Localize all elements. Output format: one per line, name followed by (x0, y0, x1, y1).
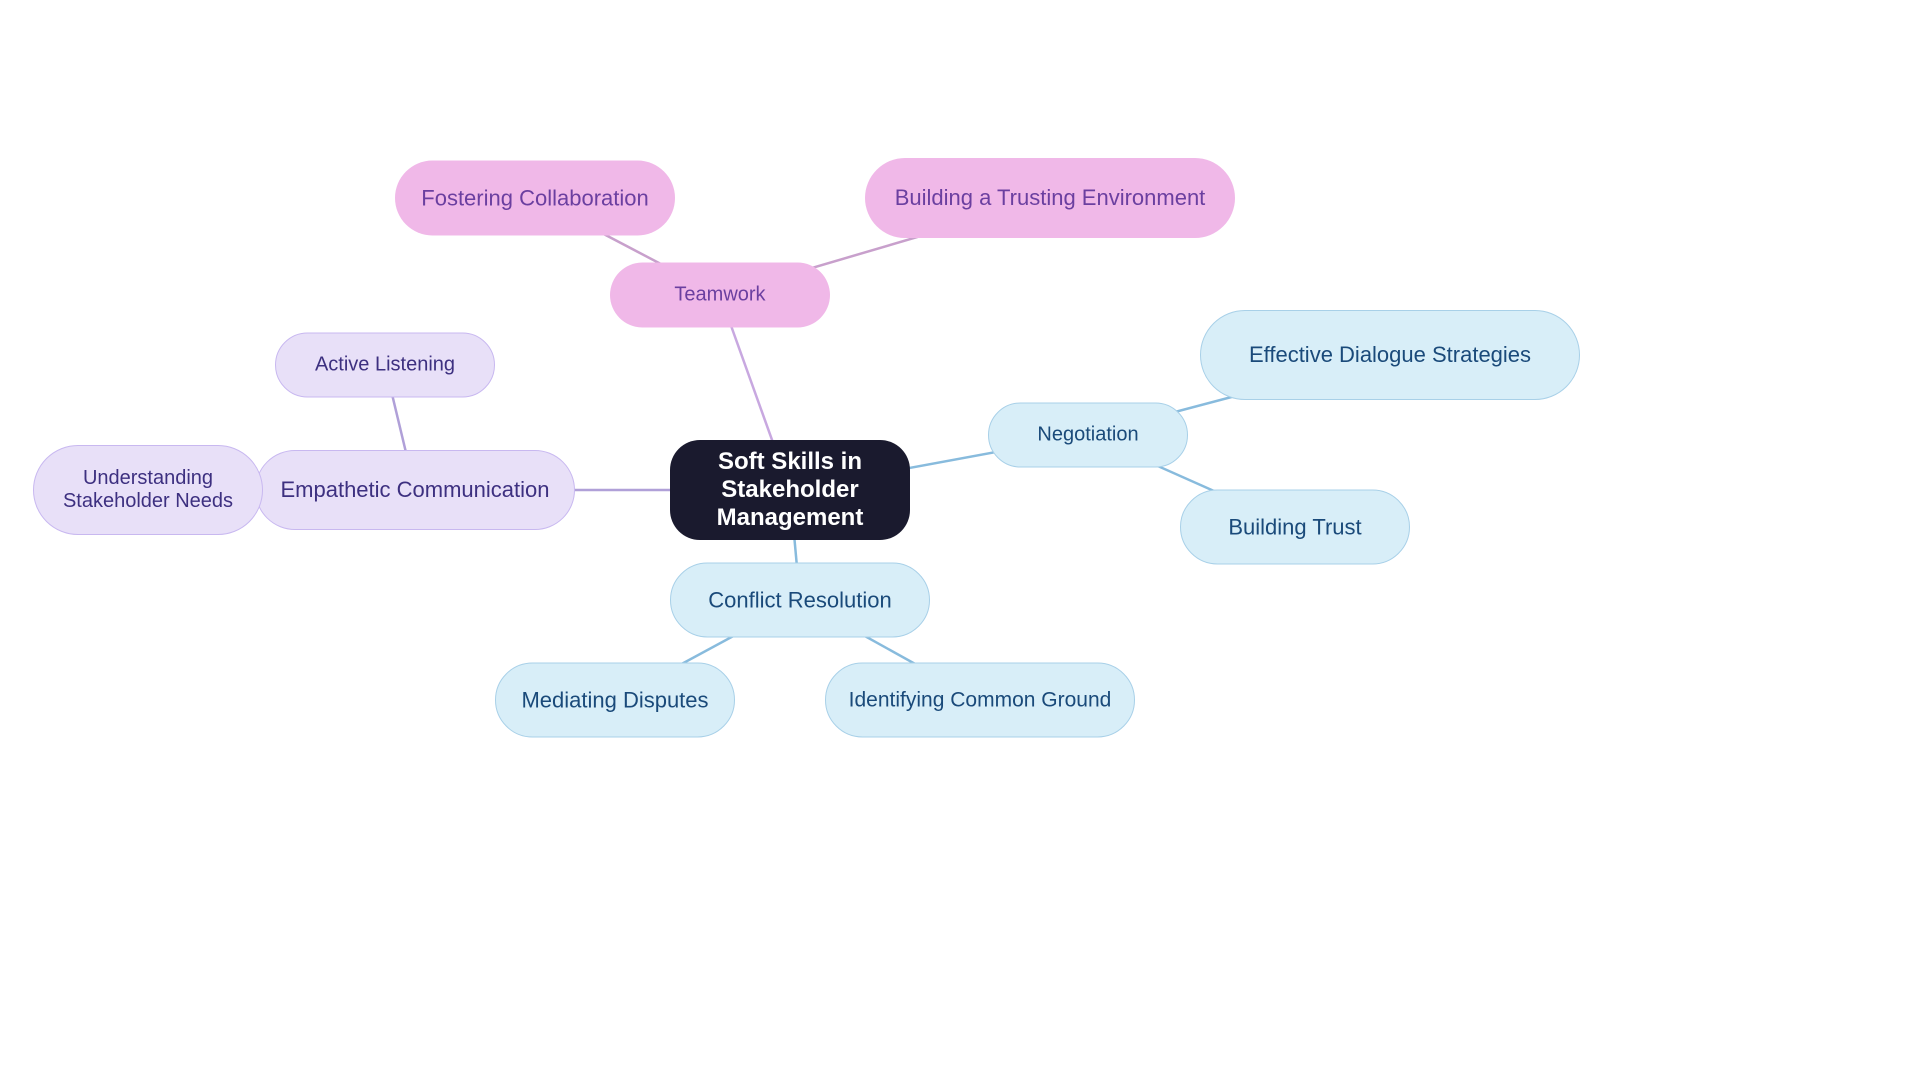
conflict-node[interactable]: Conflict Resolution (670, 563, 930, 638)
building-trusting-label: Building a Trusting Environment (895, 185, 1206, 211)
understanding-node[interactable]: Understanding Stakeholder Needs (33, 445, 263, 535)
teamwork-label: Teamwork (674, 284, 765, 307)
mediating-node[interactable]: Mediating Disputes (495, 663, 735, 738)
empathetic-node[interactable]: Empathetic Communication (255, 450, 575, 530)
negotiation-node[interactable]: Negotiation (988, 403, 1188, 468)
fostering-node[interactable]: Fostering Collaboration (395, 161, 675, 236)
fostering-label: Fostering Collaboration (421, 185, 648, 211)
effective-dialogue-node[interactable]: Effective Dialogue Strategies (1200, 310, 1580, 400)
common-ground-label: Identifying Common Ground (849, 688, 1112, 712)
understanding-label: Understanding Stakeholder Needs (34, 467, 262, 513)
conflict-label: Conflict Resolution (708, 587, 891, 613)
active-listening-label: Active Listening (315, 354, 455, 377)
building-trust-node[interactable]: Building Trust (1180, 490, 1410, 565)
common-ground-node[interactable]: Identifying Common Ground (825, 663, 1135, 738)
center-node[interactable]: Soft Skills in Stakeholder Management (670, 440, 910, 540)
center-label: Soft Skills in Stakeholder Management (670, 448, 910, 532)
empathetic-label: Empathetic Communication (280, 477, 549, 503)
active-listening-node[interactable]: Active Listening (275, 333, 495, 398)
effective-dialogue-label: Effective Dialogue Strategies (1249, 342, 1531, 368)
mediating-label: Mediating Disputes (521, 687, 708, 713)
building-trusting-node[interactable]: Building a Trusting Environment (865, 158, 1235, 238)
teamwork-node[interactable]: Teamwork (610, 263, 830, 328)
negotiation-label: Negotiation (1037, 424, 1138, 447)
building-trust-label: Building Trust (1228, 514, 1361, 540)
